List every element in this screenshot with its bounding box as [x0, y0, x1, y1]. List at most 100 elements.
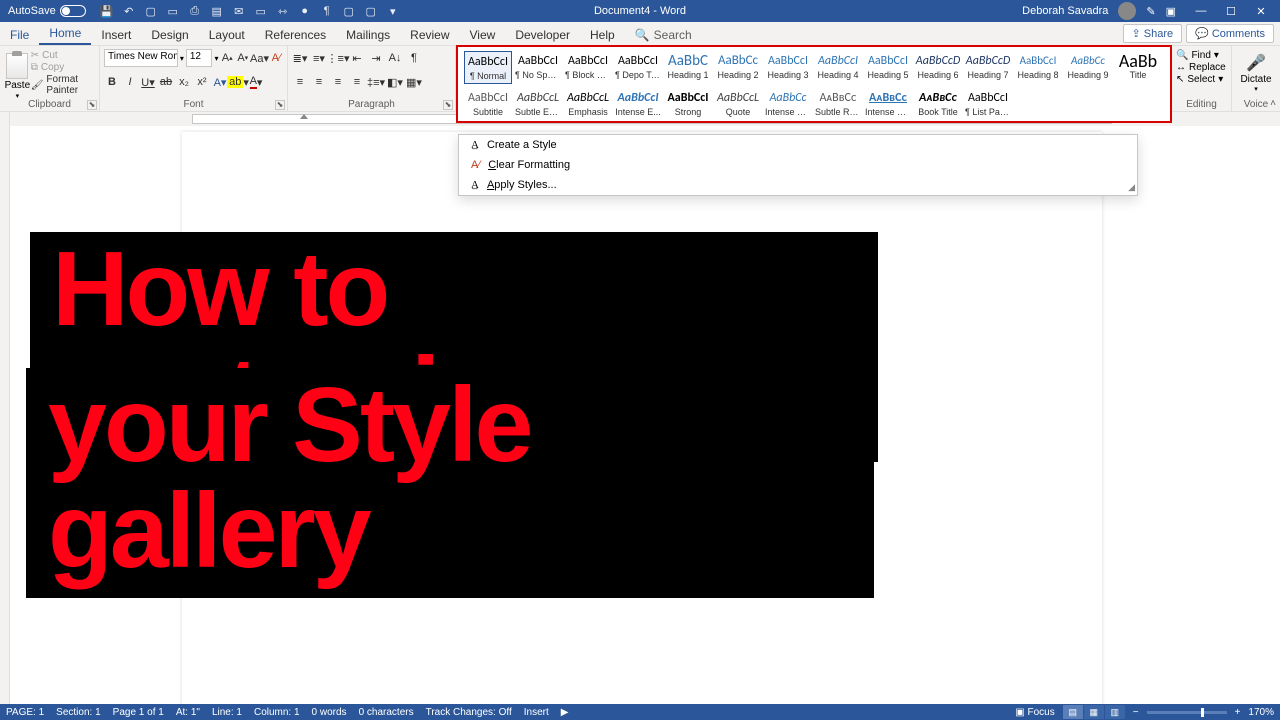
clipboard-launcher[interactable]: ⬊ — [87, 100, 97, 110]
replace-button[interactable]: ↔Replace — [1176, 62, 1227, 73]
italic-button[interactable]: I — [122, 74, 138, 90]
align-left-button[interactable]: ≡ — [292, 74, 308, 90]
drawing-icon[interactable]: ✎ — [1146, 5, 1155, 18]
ribbon-mode-icon[interactable]: ▣ — [1166, 5, 1176, 18]
pilcrow-icon[interactable]: ¶ — [320, 4, 334, 18]
bullet-icon[interactable]: ● — [298, 4, 312, 18]
style-strong[interactable]: AaBbCcIStrong — [664, 88, 712, 119]
text-effects-button[interactable]: A▾ — [212, 74, 228, 90]
style--list-para-[interactable]: AaBbCcI¶ List Para... — [964, 88, 1012, 119]
format-painter-button[interactable]: 🖌Format Painter — [31, 74, 95, 96]
tab-references[interactable]: References — [255, 24, 336, 45]
tab-mailings[interactable]: Mailings — [336, 24, 400, 45]
style-heading-5[interactable]: AaBbCcIHeading 5 — [864, 51, 912, 84]
style--normal[interactable]: AaBbCcI¶ Normal — [464, 51, 512, 84]
apply-styles-item[interactable]: A̲Apply Styles... — [459, 175, 1137, 195]
style-heading-1[interactable]: AaBbCHeading 1 — [664, 51, 712, 84]
zoom-in-button[interactable]: + — [1235, 707, 1241, 718]
line-spacing-button[interactable]: ‡≡▾ — [368, 74, 384, 90]
zoom-level[interactable]: 170% — [1248, 707, 1274, 718]
tab-design[interactable]: Design — [141, 24, 198, 45]
web-layout-view[interactable]: ▥ — [1105, 705, 1125, 719]
style-heading-9[interactable]: AaBbCcHeading 9 — [1064, 51, 1112, 84]
style-subtle-ref-[interactable]: AᴀBʙCᴄSubtle Ref... — [814, 88, 862, 119]
status-insert[interactable]: Insert — [524, 707, 549, 718]
highlight-button[interactable]: ab▾ — [230, 74, 246, 90]
resize-handle-icon[interactable]: ◢ — [1128, 182, 1135, 193]
font-size-select[interactable]: 12 — [186, 49, 213, 67]
shading-button[interactable]: ◧▾ — [387, 74, 403, 90]
preview-icon[interactable]: ▤ — [210, 4, 224, 18]
undo-icon[interactable]: ↶ — [122, 4, 136, 18]
tab-home[interactable]: Home — [39, 22, 91, 45]
font-name-select[interactable]: Times New Rom — [104, 49, 178, 67]
spacing-icon[interactable]: ⇿ — [276, 4, 290, 18]
status-words[interactable]: 0 words — [312, 707, 347, 718]
zoom-out-button[interactable]: − — [1133, 707, 1139, 718]
style--block-q-[interactable]: AaBbCcI¶ Block Q... — [564, 51, 612, 84]
style-heading-8[interactable]: AaBbCcIHeading 8 — [1014, 51, 1062, 84]
print-icon[interactable]: ⎙ — [188, 4, 202, 18]
justify-button[interactable]: ≡ — [349, 74, 365, 90]
select-button[interactable]: ↖Select▾ — [1176, 74, 1227, 85]
close-button[interactable]: ✕ — [1246, 0, 1276, 22]
style-heading-4[interactable]: AaBbCcIHeading 4 — [814, 51, 862, 84]
bullets-button[interactable]: ≣▾ — [292, 50, 308, 66]
save-icon[interactable]: 💾 — [100, 4, 114, 18]
style--no-spac-[interactable]: AaBbCcI¶ No Spac... — [514, 51, 562, 84]
status-pageof[interactable]: Page 1 of 1 — [113, 707, 164, 718]
status-page[interactable]: PAGE: 1 — [6, 707, 44, 718]
grow-font-button[interactable]: A▴ — [220, 50, 234, 66]
paragraph-launcher[interactable]: ⬊ — [443, 100, 453, 110]
share-button[interactable]: ⇪Share — [1123, 24, 1183, 43]
collapse-ribbon-icon[interactable]: ˄ — [1270, 98, 1276, 109]
borders-button[interactable]: ▦▾ — [406, 74, 422, 90]
more-icon[interactable]: ▢ — [364, 4, 378, 18]
maximize-button[interactable]: ☐ — [1216, 0, 1246, 22]
subscript-button[interactable]: x₂ — [176, 74, 192, 90]
style-book-title[interactable]: AᴀBʙCᴄBook Title — [914, 88, 962, 119]
style-intense-e-[interactable]: AaBbCcIIntense E... — [614, 88, 662, 119]
tab-view[interactable]: View — [460, 24, 506, 45]
style-heading-7[interactable]: AaBbCcDHeading 7 — [964, 51, 1012, 84]
status-section[interactable]: Section: 1 — [56, 707, 100, 718]
save-all-icon[interactable]: ▭ — [254, 4, 268, 18]
macro-icon[interactable]: ▶ — [561, 707, 569, 718]
focus-mode-button[interactable]: ▣ Focus — [1015, 707, 1054, 718]
status-at[interactable]: At: 1" — [176, 707, 200, 718]
numbering-button[interactable]: ≡▾ — [311, 50, 327, 66]
minimize-button[interactable]: — — [1186, 0, 1216, 22]
status-chars[interactable]: 0 characters — [359, 707, 414, 718]
clear-format-icon[interactable]: A⁄ — [270, 50, 284, 66]
style-heading-6[interactable]: AaBbCcDHeading 6 — [914, 51, 962, 84]
paste-button[interactable]: Paste ▾ — [4, 48, 31, 100]
print-layout-view[interactable]: ▤ — [1063, 705, 1083, 719]
clear-formatting-item[interactable]: A⁄Clear Formatting — [459, 155, 1137, 175]
email-icon[interactable]: ✉ — [232, 4, 246, 18]
status-line[interactable]: Line: 1 — [212, 707, 242, 718]
style-heading-2[interactable]: AaBbCcHeading 2 — [714, 51, 762, 84]
open-icon[interactable]: ▭ — [166, 4, 180, 18]
increase-indent-button[interactable]: ⇥ — [368, 50, 384, 66]
show-marks-button[interactable]: ¶ — [406, 50, 422, 66]
find-button[interactable]: 🔍Find▾ — [1176, 50, 1227, 61]
dictate-button[interactable]: 🎤 Dictate ▾ — [1236, 48, 1276, 93]
status-track[interactable]: Track Changes: Off — [426, 707, 512, 718]
vertical-ruler[interactable] — [0, 126, 10, 704]
cut-button[interactable]: ✂Cut — [31, 50, 95, 61]
copy-button[interactable]: ⧉Copy — [31, 62, 95, 73]
tab-developer[interactable]: Developer — [505, 24, 580, 45]
multilevel-button[interactable]: ⋮≡▾ — [330, 50, 346, 66]
new-icon[interactable]: ▢ — [144, 4, 158, 18]
strike-button[interactable]: ab — [158, 74, 174, 90]
font-launcher[interactable]: ⬊ — [275, 100, 285, 110]
comments-button[interactable]: 💬Comments — [1186, 24, 1274, 43]
style-subtle-em-[interactable]: AaBbCcLSubtle Em... — [514, 88, 562, 119]
decrease-indent-button[interactable]: ⇤ — [349, 50, 365, 66]
tab-help[interactable]: Help — [580, 24, 625, 45]
bold-button[interactable]: B — [104, 74, 120, 90]
align-center-button[interactable]: ≡ — [311, 74, 327, 90]
superscript-button[interactable]: x² — [194, 74, 210, 90]
style-title[interactable]: AaBbTitle — [1114, 51, 1162, 84]
style-heading-3[interactable]: AaBbCcIHeading 3 — [764, 51, 812, 84]
